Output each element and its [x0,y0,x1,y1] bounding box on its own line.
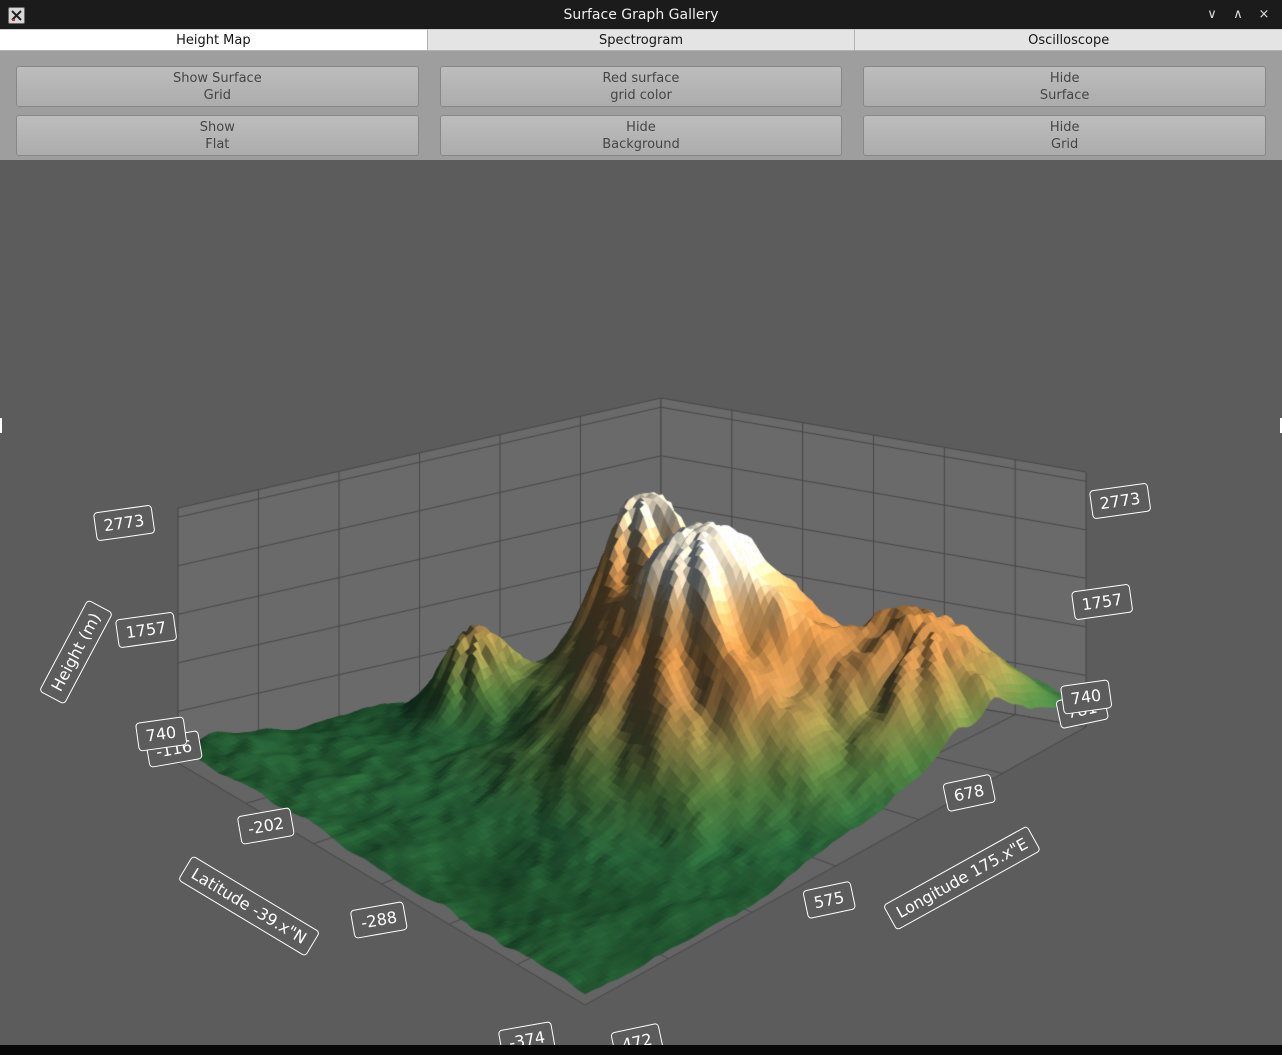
shade-button[interactable]: ∨ [1200,7,1224,22]
hide-grid-button[interactable]: Hide Grid [863,115,1266,156]
show-surface-grid-button[interactable]: Show Surface Grid [16,66,419,107]
button-label: grid color [610,87,672,104]
tab-spectrogram[interactable]: Spectrogram [428,29,856,50]
window-border-mark-left [0,418,2,433]
button-label: Red surface [603,70,680,87]
button-label: Show Surface [173,70,262,87]
toolbar-grid: Show Surface Grid Red surface grid color… [0,51,1282,156]
hide-surface-button[interactable]: Hide Surface [863,66,1266,107]
close-button[interactable]: × [1252,7,1276,22]
maximize-button[interactable]: ∧ [1226,7,1250,22]
button-label: Grid [1051,136,1078,153]
hide-background-button[interactable]: Hide Background [440,115,843,156]
x11-icon [9,8,24,23]
window-title: Surface Graph Gallery [0,7,1282,23]
toolbar-panel: Show Surface Grid Red surface grid color… [0,51,1282,160]
tab-bar: Height Map Spectrogram Oscilloscope [0,29,1282,51]
show-flat-button[interactable]: Show Flat [16,115,419,156]
chart-view[interactable]: Height (m) Latitude -39.x"N Longitude 17… [0,160,1282,1045]
window-controls: ∨ ∧ × [1200,0,1276,29]
button-label: Surface [1040,87,1090,104]
window-bottom-strip [0,1045,1282,1055]
button-label: Flat [205,136,229,153]
red-surface-grid-color-button[interactable]: Red surface grid color [440,66,843,107]
app-icon [8,7,25,24]
button-label: Background [602,136,680,153]
window-titlebar: Surface Graph Gallery ∨ ∧ × [0,0,1282,29]
button-label: Show [200,119,235,136]
button-label: Hide [626,119,656,136]
tab-oscilloscope[interactable]: Oscilloscope [855,29,1282,50]
button-label: Hide [1050,70,1080,87]
application-window: Surface Graph Gallery ∨ ∧ × Height Map S… [0,0,1282,1055]
surface-plot[interactable] [0,160,1282,1045]
tab-height-map[interactable]: Height Map [0,29,428,50]
button-label: Hide [1050,119,1080,136]
button-label: Grid [204,87,231,104]
